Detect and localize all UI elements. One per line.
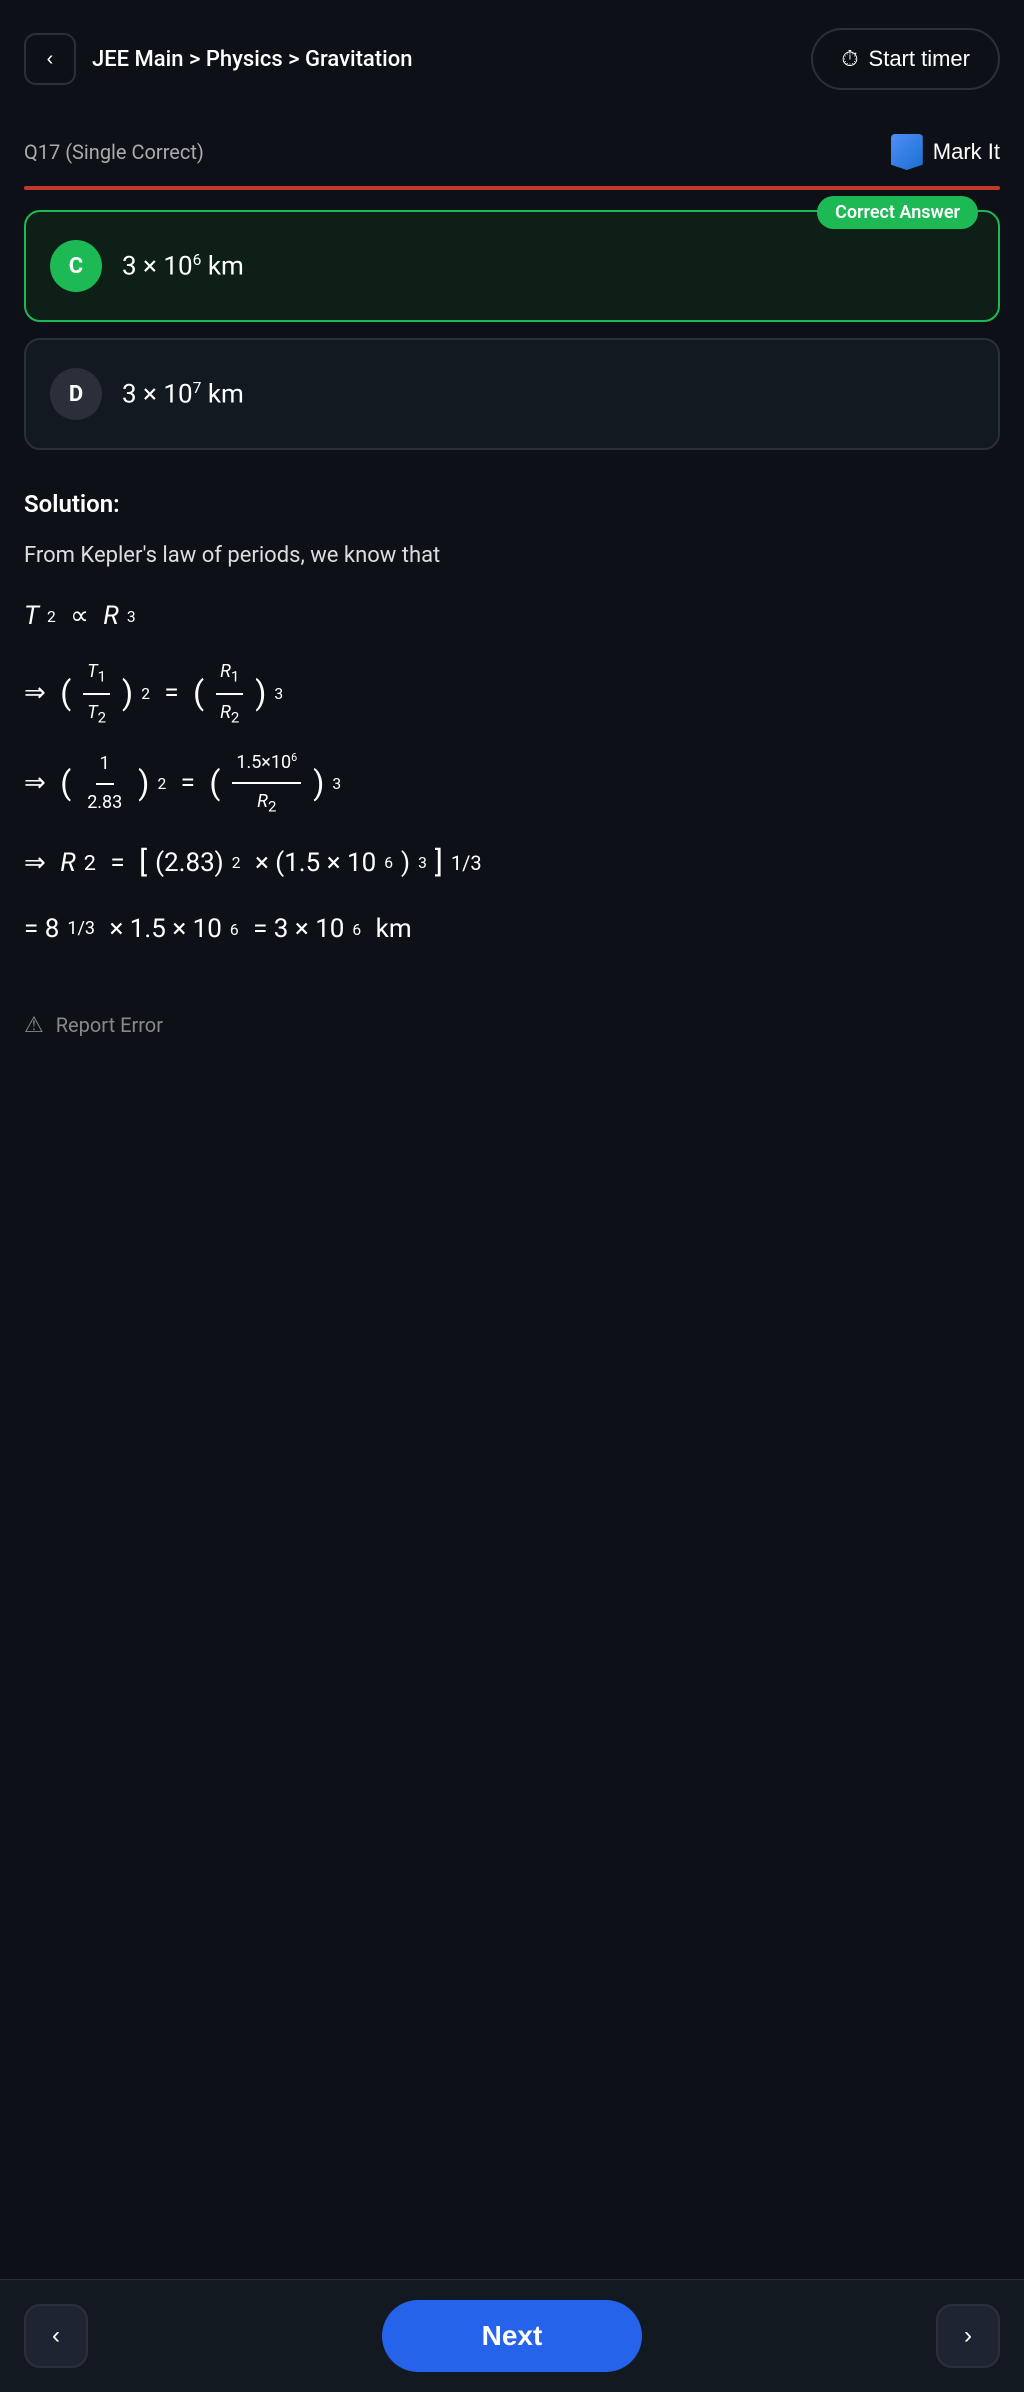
mark-it-label: Mark It [933,139,1000,165]
mark-it-button[interactable]: Mark It [891,134,1000,170]
next-button[interactable]: Next [382,2300,643,2372]
kepler-step2: ⇒ ( 1 2.83 ) 2 = ( 1.5×106 R2 ) 3 [24,747,1000,820]
question-label: Q17 (Single Correct) [24,140,204,164]
option-d-text: 3 × 107 km [122,379,244,410]
options-container: Correct Answer C 3 × 106 km D 3 × 107 km [0,210,1024,450]
red-underline-bar [24,186,1000,190]
option-c-circle: C [50,240,102,292]
start-timer-button[interactable]: ⏱ Start timer [811,28,1000,90]
option-c-text: 3 × 106 km [122,251,244,282]
kepler-step4: = 81/3 × 1.5 × 106 = 3 × 106 km [24,906,1000,953]
bookmark-icon [891,134,923,170]
kepler-step1: ⇒ ( T1 T2 ) 2 = ( R1 R2 ) 3 [24,656,1000,731]
next-arrow-icon: › [964,2322,972,2350]
question-header: Q17 (Single Correct) Mark It [0,118,1024,186]
back-button[interactable]: ‹ [24,33,76,85]
report-error-row[interactable]: ⚠ Report Error [0,989,1024,1078]
bottom-nav: ‹ Next › [0,2279,1024,2392]
next-arrow-button[interactable]: › [936,2304,1000,2368]
report-error-label: Report Error [56,1013,163,1037]
option-d-card[interactable]: D 3 × 107 km [24,338,1000,450]
solution-title: Solution: [24,490,1000,518]
prev-button[interactable]: ‹ [24,2304,88,2368]
start-timer-label: Start timer [869,46,970,72]
option-d-circle: D [50,368,102,420]
header: ‹ JEE Main > Physics > Gravitation ⏱ Sta… [0,0,1024,118]
header-left: ‹ JEE Main > Physics > Gravitation [24,33,412,85]
next-label: Next [482,2320,543,2351]
kepler-law: T2 ∝ R3 [24,593,1000,640]
prev-icon: ‹ [52,2322,60,2350]
kepler-step3: ⇒ R2 = [ (2.83)2 × (1.5 × 106)3 ] 1/3 [24,836,1000,890]
breadcrumb: JEE Main > Physics > Gravitation [92,47,412,72]
solution-intro: From Kepler's law of periods, we know th… [24,538,1000,573]
timer-icon: ⏱ [841,46,858,72]
solution-section: Solution: From Kepler's law of periods, … [0,450,1024,989]
correct-answer-badge: Correct Answer [817,196,978,229]
back-icon: ‹ [47,48,54,71]
option-c-card[interactable]: Correct Answer C 3 × 106 km [24,210,1000,322]
bottom-spacer [0,1078,1024,1198]
warning-icon: ⚠ [24,1013,44,1038]
